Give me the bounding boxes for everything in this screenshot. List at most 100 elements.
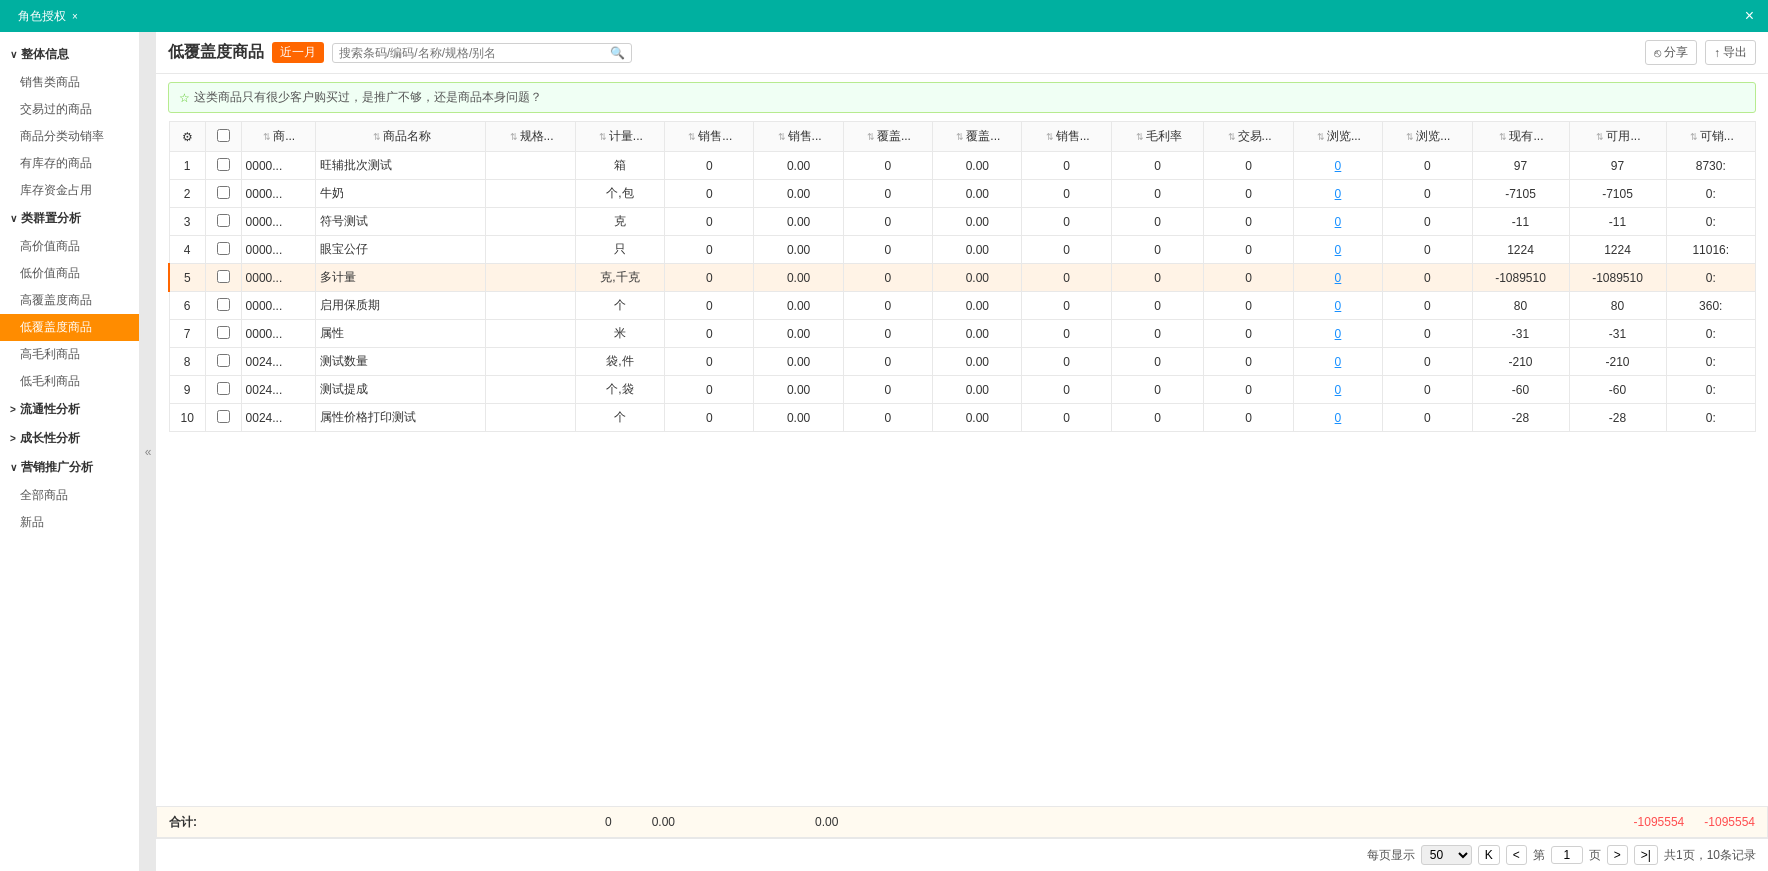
row-checkbox[interactable] (217, 298, 230, 311)
row-sales-count2: 0 (1022, 236, 1111, 264)
row-name: 启用保质期 (315, 292, 486, 320)
sidebar-toggle-btn[interactable]: « (140, 32, 156, 871)
row-name: 旺辅批次测试 (315, 152, 486, 180)
row-checkbox[interactable] (217, 354, 230, 367)
col-header-sales_count[interactable]: ⇅销售... (665, 122, 754, 152)
sidebar-item-库存资金占用[interactable]: 库存资金占用 (0, 177, 139, 204)
page-number-input[interactable] (1551, 846, 1583, 864)
sidebar-section-营销推广分析[interactable]: ∨营销推广分析 (0, 453, 139, 482)
col-header-available_stock[interactable]: ⇅可用... (1569, 122, 1666, 152)
prev-page-btn[interactable]: < (1506, 845, 1527, 865)
row-checkbox[interactable] (217, 270, 230, 283)
row-saleable: 0: (1666, 404, 1756, 432)
row-checkbox[interactable] (217, 158, 230, 171)
row-coverage2: 0.00 (933, 292, 1022, 320)
views-link[interactable]: 0 (1335, 243, 1342, 257)
row-views2: 0 (1383, 348, 1472, 376)
select-all-checkbox[interactable] (217, 129, 230, 142)
sidebar-section-流通性分析[interactable]: >流通性分析 (0, 395, 139, 424)
row-number: 4 (169, 236, 205, 264)
row-gross-margin: 0 (1111, 236, 1204, 264)
col-header-coverage1[interactable]: ⇅覆盖... (843, 122, 932, 152)
row-name: 符号测试 (315, 208, 486, 236)
row-coverage1: 0 (843, 180, 932, 208)
col-header-sales_count2[interactable]: ⇅销售... (1022, 122, 1111, 152)
views-link[interactable]: 0 (1335, 299, 1342, 313)
row-views1: 0 (1293, 208, 1382, 236)
nav-item-权限设置[interactable]: 权限设置 × (8, 0, 112, 4)
table-container[interactable]: ⚙⇅商...⇅商品名称⇅规格...⇅计量...⇅销售...⇅销售...⇅覆盖..… (156, 121, 1768, 806)
row-views1: 0 (1293, 404, 1382, 432)
sidebar-item-销售类商品[interactable]: 销售类商品 (0, 69, 139, 96)
col-header-current_stock[interactable]: ⇅现有... (1472, 122, 1569, 152)
views-link[interactable]: 0 (1335, 187, 1342, 201)
col-header-spec[interactable]: ⇅规格... (486, 122, 575, 152)
views-link[interactable]: 0 (1335, 271, 1342, 285)
sidebar-item-有库存的商品[interactable]: 有库存的商品 (0, 150, 139, 177)
row-checkbox[interactable] (217, 242, 230, 255)
first-page-btn[interactable]: K (1478, 845, 1500, 865)
views-link[interactable]: 0 (1335, 411, 1342, 425)
row-saleable: 0: (1666, 376, 1756, 404)
section-arrow: ∨ (10, 462, 17, 473)
sidebar-item-低价值商品[interactable]: 低价值商品 (0, 260, 139, 287)
sidebar-item-商品分类动销率[interactable]: 商品分类动销率 (0, 123, 139, 150)
per-page-select[interactable]: 50 100 200 (1421, 845, 1472, 865)
sidebar-item-新品[interactable]: 新品 (0, 509, 139, 536)
last-page-btn[interactable]: >| (1634, 845, 1658, 865)
table-row: 100024...属性价格打印测试个00.0000.0000000-28-280… (169, 404, 1756, 432)
col-header-sales_amount[interactable]: ⇅销售... (754, 122, 843, 152)
sidebar-section-整体信息[interactable]: ∨整体信息 (0, 40, 139, 69)
row-checkbox[interactable] (217, 186, 230, 199)
sidebar-item-低覆盖度商品[interactable]: 低覆盖度商品 (0, 314, 139, 341)
share-button[interactable]: ⎋ 分享 (1645, 40, 1697, 65)
col-header-transaction[interactable]: ⇅交易... (1204, 122, 1293, 152)
col-header-coverage2[interactable]: ⇅覆盖... (933, 122, 1022, 152)
views-link[interactable]: 0 (1335, 383, 1342, 397)
row-transaction: 0 (1204, 404, 1293, 432)
sidebar-item-交易过的商品[interactable]: 交易过的商品 (0, 96, 139, 123)
col-header-saleable[interactable]: ⇅可销... (1666, 122, 1756, 152)
row-sales-count: 0 (665, 376, 754, 404)
col-header-gross_margin[interactable]: ⇅毛利率 (1111, 122, 1204, 152)
sidebar-section-类群置分析[interactable]: ∨类群置分析 (0, 204, 139, 233)
col-header-unit[interactable]: ⇅计量... (575, 122, 664, 152)
views-link[interactable]: 0 (1335, 355, 1342, 369)
sort-icon: ⇅ (1406, 132, 1414, 142)
views-link[interactable]: 0 (1335, 327, 1342, 341)
row-sales-count2: 0 (1022, 376, 1111, 404)
row-available-stock: -1089510 (1569, 264, 1666, 292)
table-row: 30000...符号测试克00.0000.0000000-11-110: (169, 208, 1756, 236)
col-header-code[interactable]: ⇅商... (241, 122, 315, 152)
row-checkbox[interactable] (217, 382, 230, 395)
row-current-stock: -210 (1472, 348, 1569, 376)
sidebar-item-低毛利商品[interactable]: 低毛利商品 (0, 368, 139, 395)
col-header-views1[interactable]: ⇅浏览... (1293, 122, 1382, 152)
col-header-name[interactable]: ⇅商品名称 (315, 122, 486, 152)
nav-close-icon[interactable]: × (72, 11, 78, 22)
window-close-btn[interactable]: × (1739, 7, 1760, 25)
sidebar-item-高价值商品[interactable]: 高价值商品 (0, 233, 139, 260)
views-link[interactable]: 0 (1335, 215, 1342, 229)
search-input[interactable] (339, 46, 610, 60)
sidebar-item-高毛利商品[interactable]: 高毛利商品 (0, 341, 139, 368)
settings-icon[interactable]: ⚙ (182, 130, 193, 144)
sidebar-item-高覆盖度商品[interactable]: 高覆盖度商品 (0, 287, 139, 314)
row-sales-count: 0 (665, 152, 754, 180)
row-checkbox[interactable] (217, 326, 230, 339)
col-header-views2[interactable]: ⇅浏览... (1383, 122, 1472, 152)
export-button[interactable]: ↑ 导出 (1705, 40, 1756, 65)
row-current-stock: 80 (1472, 292, 1569, 320)
period-button[interactable]: 近一月 (272, 42, 324, 63)
views-link[interactable]: 0 (1335, 159, 1342, 173)
next-page-btn[interactable]: > (1607, 845, 1628, 865)
row-spec (486, 292, 575, 320)
sort-icon: ⇅ (373, 132, 381, 142)
sidebar-item-全部商品[interactable]: 全部商品 (0, 482, 139, 509)
row-unit: 个 (575, 292, 664, 320)
sidebar-section-成长性分析[interactable]: >成长性分析 (0, 424, 139, 453)
nav-item-角色授权[interactable]: 角色授权 × (8, 4, 112, 29)
row-views2: 0 (1383, 236, 1472, 264)
row-checkbox[interactable] (217, 410, 230, 423)
row-checkbox[interactable] (217, 214, 230, 227)
